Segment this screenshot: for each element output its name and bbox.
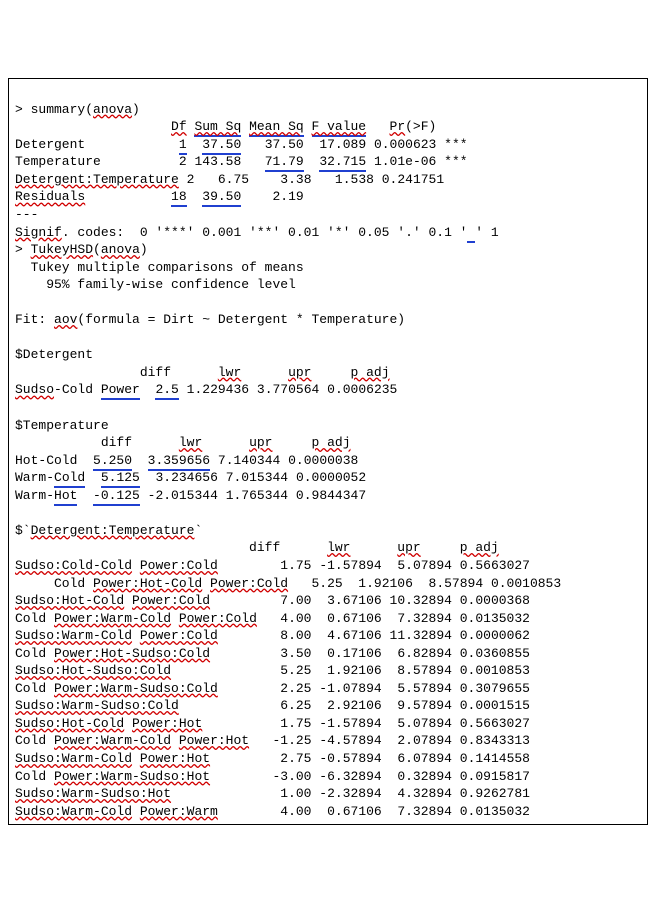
int-row: Cold Power:Hot-Cold Power:Cold 5.25 1.92…: [15, 576, 561, 591]
int-row: Sudso:Hot-Sudso:Cold 5.25 1.92106 8.5789…: [15, 663, 530, 678]
console-output: > summary(anova) Df Sum Sq Mean Sq F val…: [8, 78, 648, 825]
anova-row: Detergent:Temperature 2 6.75 3.38 1.538 …: [15, 172, 444, 187]
temp-header: diff lwr upr p adj: [15, 435, 351, 450]
sep: ---: [15, 207, 38, 222]
int-row: Cold Power:Warm-Sudso:Hot -3.00 -6.32894…: [15, 769, 530, 784]
signif: Signif. codes: 0 '***' 0.001 '**' 0.01 '…: [15, 225, 499, 243]
text: Tukey multiple comparisons of means: [15, 260, 304, 275]
anova-row: Detergent 1 37.50 37.50 17.089 0.000623 …: [15, 137, 468, 155]
int-row: Sudso:Hot-Cold Power:Hot 1.75 -1.57894 5…: [15, 716, 530, 731]
fit: Fit: aov(formula = Dirt ~ Detergent * Te…: [15, 312, 405, 327]
cmd: > summary(anova): [15, 102, 140, 117]
int-header: diff lwr upr p adj: [15, 540, 499, 555]
int-row: Cold Power:Warm-Cold Power:Cold 4.00 0.6…: [15, 611, 530, 626]
int-row: Cold Power:Warm-Cold Power:Hot -1.25 -4.…: [15, 733, 530, 748]
int-row: Cold Power:Warm-Sudso:Cold 2.25 -1.07894…: [15, 681, 530, 696]
section: $`Detergent:Temperature`: [15, 523, 202, 538]
int-row: Sudso:Warm-Cold Power:Cold 8.00 4.67106 …: [15, 628, 530, 643]
int-row: Sudso:Cold-Cold Power:Cold 1.75 -1.57894…: [15, 558, 530, 573]
int-row: Sudso:Hot-Cold Power:Cold 7.00 3.67106 1…: [15, 593, 530, 608]
temp-row: Warm-Cold 5.125 3.234656 7.015344 0.0000…: [15, 470, 366, 488]
det-header: diff lwr upr p adj: [15, 365, 390, 380]
temp-row: Hot-Cold 5.250 3.359656 7.140344 0.00000…: [15, 453, 358, 471]
cmd: > TukeyHSD(anova): [15, 242, 148, 257]
anova-header: Df Sum Sq Mean Sq F value Pr(>F): [15, 119, 436, 137]
int-row: Cold Power:Hot-Sudso:Cold 3.50 0.17106 6…: [15, 646, 530, 661]
det-row: Sudso-Cold Power 2.5 1.229436 3.770564 0…: [15, 382, 397, 400]
section: $Temperature: [15, 418, 109, 433]
anova-row: Temperature 2 143.58 71.79 32.715 1.01e-…: [15, 154, 468, 172]
int-row: Sudso:Warm-Sudso:Cold 6.25 2.92106 9.578…: [15, 698, 530, 713]
text: 95% family-wise confidence level: [15, 277, 296, 292]
int-row: Sudso:Warm-Cold Power:Hot 2.75 -0.57894 …: [15, 751, 530, 766]
int-row: Sudso:Warm-Sudso:Hot 1.00 -2.32894 4.328…: [15, 786, 530, 801]
temp-row: Warm-Hot -0.125 -2.015344 1.765344 0.984…: [15, 488, 366, 506]
anova-row: Residuals 18 39.50 2.19: [15, 189, 304, 207]
section: $Detergent: [15, 347, 93, 362]
int-row: Sudso:Warm-Cold Power:Warm 4.00 0.67106 …: [15, 804, 530, 819]
